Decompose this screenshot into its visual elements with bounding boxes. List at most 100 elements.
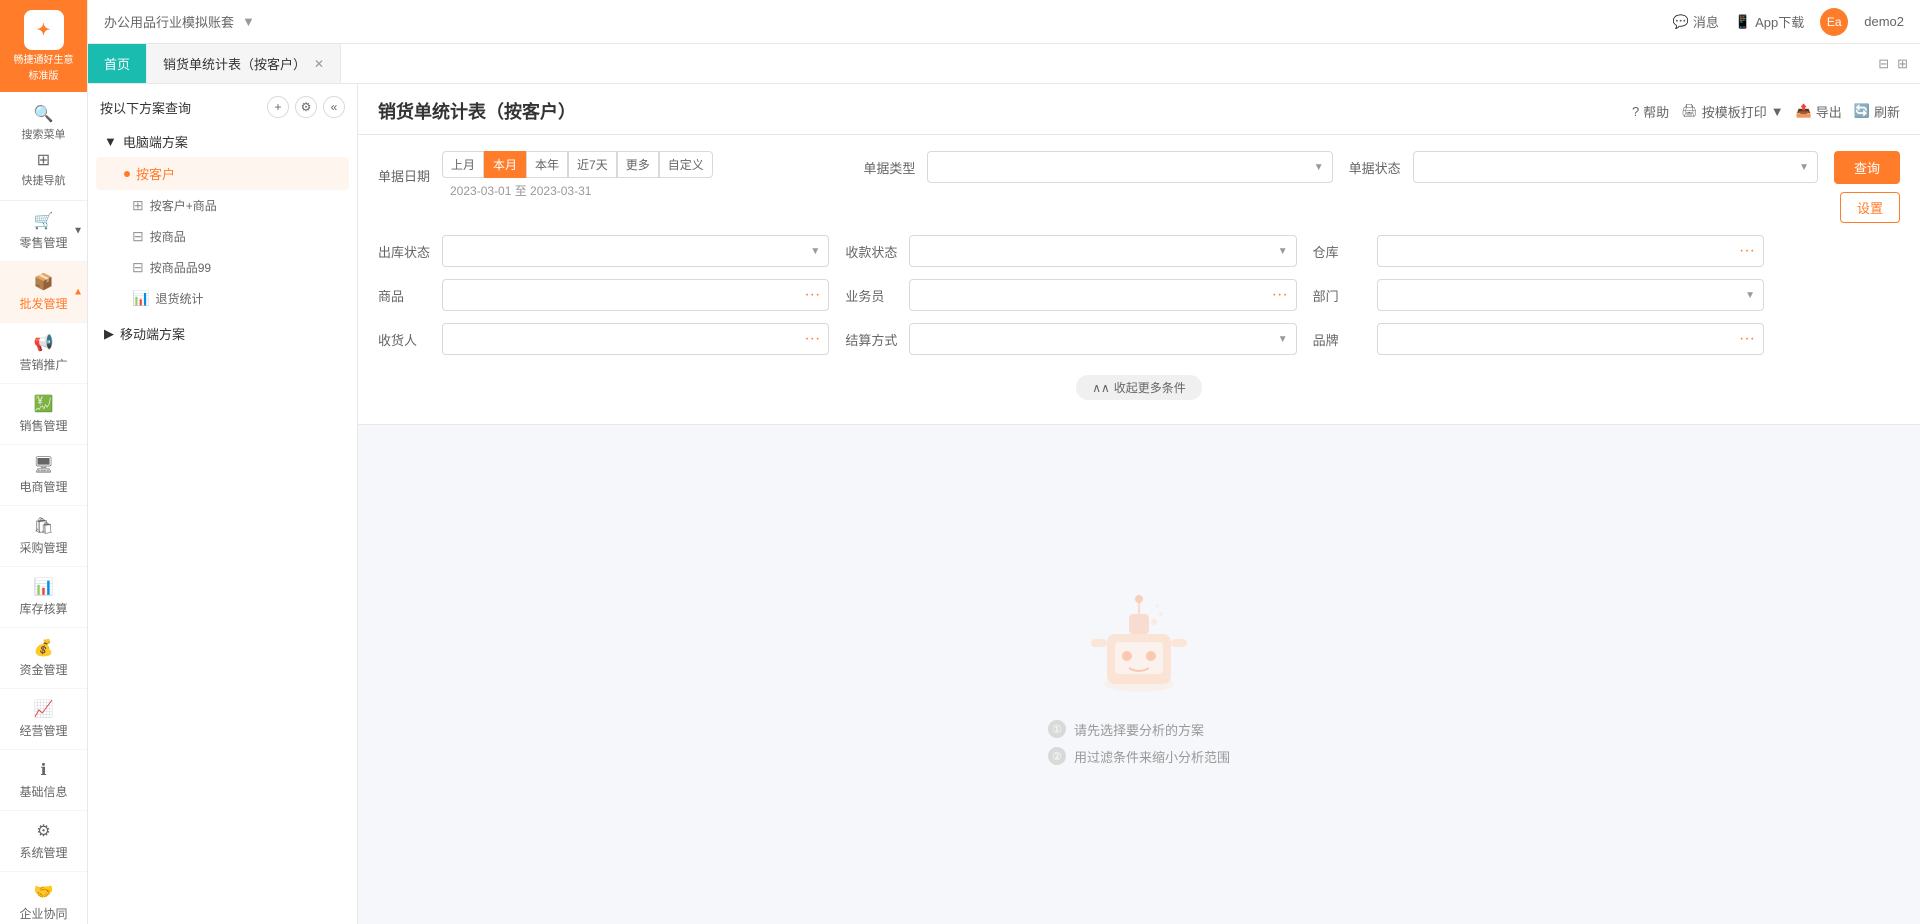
brand-label: 品牌	[1313, 330, 1369, 349]
quick-nav-button[interactable]: ⊞ 快捷导航	[22, 146, 66, 192]
logo-icon: ✦	[24, 10, 64, 50]
settlement-label: 结算方式	[845, 330, 901, 349]
mobile-group-header[interactable]: ▶ 移动端方案	[96, 318, 349, 349]
tree-item-by-goods99[interactable]: ⊟ 按商品品99	[96, 252, 349, 283]
collect-status-select[interactable]: ▼	[909, 235, 1296, 267]
tab-report[interactable]: 销货单统计表（按客户） ✕	[147, 44, 341, 83]
date-tab-7days[interactable]: 近7天	[568, 151, 617, 178]
date-tab-more[interactable]: 更多	[617, 151, 659, 178]
export-button[interactable]: 📤 导出	[1796, 102, 1842, 121]
date-tab-this-month[interactable]: 本月	[484, 151, 526, 178]
sidebar-item-operations[interactable]: 📈 经营管理	[0, 689, 87, 750]
warehouse-filter: 仓库	[1313, 235, 1764, 267]
mobile-group-label: 移动端方案	[120, 324, 185, 343]
purchase-icon: 🛍	[33, 516, 53, 536]
hint-text-2: 用过滤条件来缩小分析范围	[1074, 747, 1230, 766]
settlement-select[interactable]: ▼	[909, 323, 1296, 355]
sidebar-item-ecommerce[interactable]: 🖥 电商管理	[0, 445, 87, 506]
collapse-panel-button[interactable]: «	[323, 96, 345, 118]
date-tab-custom[interactable]: 自定义	[659, 151, 713, 178]
refresh-button[interactable]: 🔄 刷新	[1854, 102, 1900, 121]
search-menu-label: 搜索菜单	[22, 126, 66, 142]
mobile-section: ▶ 移动端方案	[88, 318, 357, 349]
receiver-input[interactable]	[442, 323, 829, 355]
sidebar-item-retail[interactable]: 🛒 零售管理 ▼	[0, 201, 87, 262]
right-panel: 销货单统计表（按客户） ? 帮助 🖨 按模板打印 ▼ 📤 导出	[358, 84, 1920, 924]
doc-status-label: 单据状态	[1349, 158, 1405, 177]
tree-item-by-goods[interactable]: ⊟ 按商品	[96, 221, 349, 252]
search-menu-button[interactable]: 🔍 搜索菜单	[22, 100, 66, 146]
by-customer-goods-label: 按客户+商品	[150, 197, 217, 214]
message-icon: 💬	[1673, 14, 1689, 30]
goods-input[interactable]	[442, 279, 829, 311]
salesperson-filter: 业务员	[845, 279, 1296, 311]
add-scheme-button[interactable]: +	[267, 96, 289, 118]
collect-status-arrow-icon: ▼	[1278, 246, 1288, 257]
sidebar-item-wholesale[interactable]: 📦 批发管理 ▲	[0, 262, 87, 323]
left-panel-actions: + ⚙ «	[267, 96, 345, 118]
pc-group: ▼ 电脑端方案 按客户 ⊞ 按客户+商品 ⊟ 按商品	[96, 126, 349, 314]
tree-item-by-customer-goods[interactable]: ⊞ 按客户+商品	[96, 190, 349, 221]
inventory-label: 库存核算	[19, 600, 67, 617]
settings-scheme-button[interactable]: ⚙	[295, 96, 317, 118]
receiver-label: 收货人	[378, 330, 434, 349]
doc-status-select[interactable]: ▼	[1413, 151, 1818, 183]
brand-input[interactable]	[1377, 323, 1764, 355]
sidebar-item-marketing[interactable]: 📢 营销推广	[0, 323, 87, 384]
page-title-bar: 销货单统计表（按客户） ? 帮助 🖨 按模板打印 ▼ 📤 导出	[358, 84, 1920, 135]
app-label: App下载	[1755, 12, 1804, 31]
doc-type-select[interactable]: ▼	[927, 151, 1332, 183]
grid-icon: ⊞	[132, 197, 144, 214]
tab-close-icon[interactable]: ✕	[314, 57, 324, 71]
filter-row-3: 商品 业务员 部门	[378, 279, 1900, 311]
avatar[interactable]: Ea	[1820, 8, 1848, 36]
collapse-up-icon: ∧∧	[1092, 381, 1110, 395]
header-dropdown-icon[interactable]: ▼	[242, 14, 255, 29]
basic-label: 基础信息	[19, 783, 67, 800]
sidebar-item-system[interactable]: ⚙ 系统管理	[0, 811, 87, 872]
hint-text-1: 请先选择要分析的方案	[1074, 720, 1204, 739]
collapse-bar: ∧∧ 收起更多条件	[378, 367, 1900, 408]
goods-label: 商品	[378, 286, 434, 305]
sidebar-item-basic[interactable]: ℹ 基础信息	[0, 750, 87, 811]
date-tab-last-month[interactable]: 上月	[442, 151, 484, 178]
wholesale-icon: 📦	[34, 272, 54, 292]
sidebar-item-enterprise[interactable]: 🤝 企业协同	[0, 872, 87, 924]
sidebar-item-sales[interactable]: 💹 销售管理	[0, 384, 87, 445]
by-goods99-label: 按商品品99	[150, 259, 211, 276]
print-button[interactable]: 🖨 按模板打印 ▼	[1681, 102, 1783, 121]
export-label: 导出	[1816, 102, 1842, 121]
sidebar-item-inventory[interactable]: 📊 库存核算	[0, 567, 87, 628]
collapse-button[interactable]: ∧∧ 收起更多条件	[1076, 375, 1202, 400]
sidebar-item-finance[interactable]: 💰 资金管理	[0, 628, 87, 689]
salesperson-input[interactable]	[909, 279, 1296, 311]
minimize-icon[interactable]: ⊟	[1878, 56, 1889, 72]
help-button[interactable]: ? 帮助	[1632, 102, 1669, 121]
warehouse-input[interactable]	[1377, 235, 1764, 267]
sidebar-logo[interactable]: ✦ 畅捷通好生意 标准版	[0, 0, 87, 92]
tree-item-return-stats[interactable]: 📊 退货统计	[96, 283, 349, 314]
filter-row-4: 收货人 结算方式 ▼ 品牌	[378, 323, 1900, 355]
department-select[interactable]: ▼	[1377, 279, 1764, 311]
settings-button[interactable]: 设置	[1840, 192, 1900, 223]
app-download-button[interactable]: 📱 App下载	[1735, 12, 1804, 31]
query-button[interactable]: 查询	[1834, 151, 1900, 184]
marketing-label: 营销推广	[19, 356, 67, 373]
filter-right-actions: 查询 设置	[1834, 151, 1900, 223]
message-button[interactable]: 💬 消息	[1673, 12, 1719, 31]
tree-item-by-customer[interactable]: 按客户	[96, 157, 349, 190]
date-tab-this-year[interactable]: 本年	[526, 151, 568, 178]
tab-home[interactable]: 首页	[88, 44, 147, 83]
app-icon: 📱	[1735, 14, 1751, 30]
out-status-select[interactable]: ▼	[442, 235, 829, 267]
maximize-icon[interactable]: ⊞	[1897, 56, 1908, 72]
purchase-label: 采购管理	[19, 539, 67, 556]
sidebar-item-purchase[interactable]: 🛍 采购管理	[0, 506, 87, 567]
pc-group-header[interactable]: ▼ 电脑端方案	[96, 126, 349, 157]
home-tab-label: 首页	[104, 54, 130, 73]
empty-hints: ① 请先选择要分析的方案 ② 用过滤条件来缩小分析范围	[1048, 720, 1230, 766]
collect-status-label: 收款状态	[845, 242, 901, 261]
page-title: 销货单统计表（按客户）	[378, 98, 576, 124]
content-area: 按以下方案查询 + ⚙ « ▼ 电脑端方案 按客户	[88, 84, 1920, 924]
sidebar: ✦ 畅捷通好生意 标准版 🔍 搜索菜单 ⊞ 快捷导航 🛒 零售管理 ▼ 📦 批发…	[0, 0, 88, 924]
